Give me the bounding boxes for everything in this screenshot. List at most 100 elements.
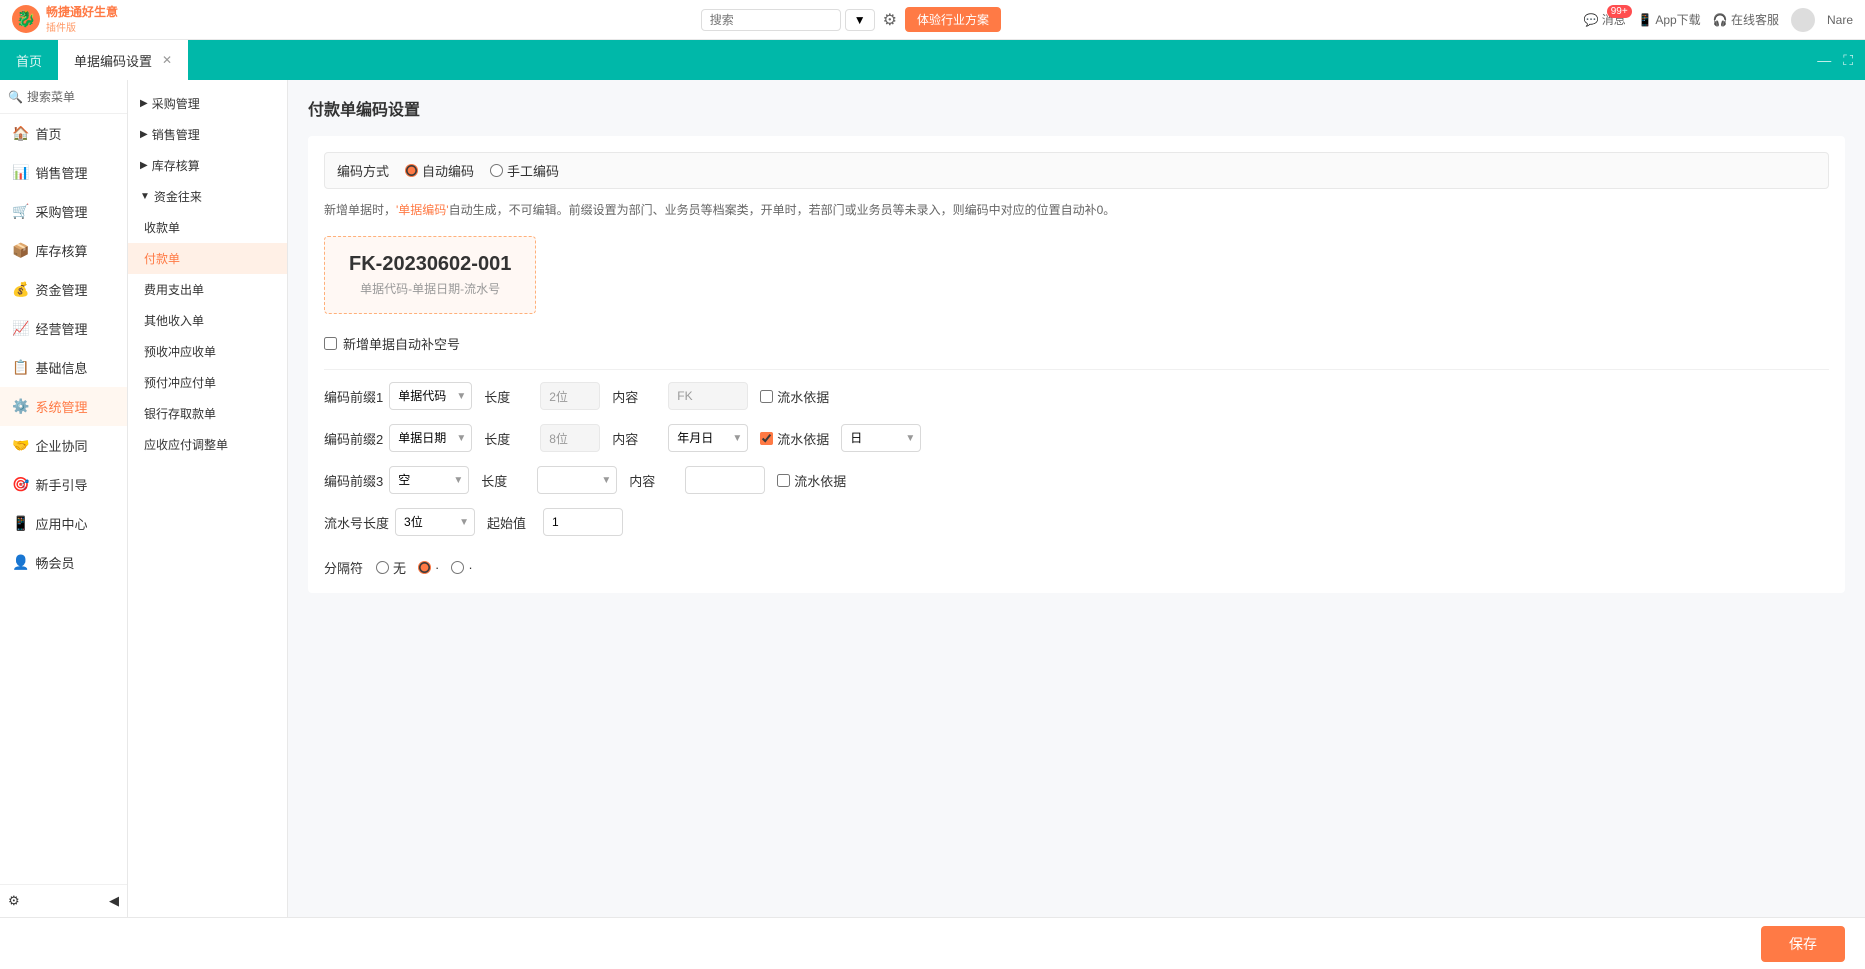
expand-inventory-icon: ▶ xyxy=(140,160,148,171)
separator-label: 分隔符 xyxy=(324,558,364,577)
sub-item-payment[interactable]: 付款单 xyxy=(128,243,287,274)
basic-info-icon: 📋 xyxy=(12,359,29,376)
tab-home[interactable]: 首页 xyxy=(0,40,58,80)
serial-length-select[interactable]: 3位 4位 5位 xyxy=(395,508,475,536)
sep-dot2-radio[interactable] xyxy=(451,561,464,574)
auto-encode-option[interactable]: 自动编码 xyxy=(405,161,474,180)
content2-field: 内容 年月日 ▼ xyxy=(612,424,748,452)
gear-button[interactable]: ⚙ xyxy=(883,10,897,30)
sub-sidebar: ▶ 采购管理 ▶ 销售管理 ▶ 库存核算 ▼ 资金往来 收款单 付款单 xyxy=(128,80,288,917)
watermark1-check: 流水依据 xyxy=(760,387,829,406)
logo-sub: 插件版 xyxy=(46,19,118,34)
sub-item-receipt[interactable]: 收款单 xyxy=(128,212,287,243)
sep-none-radio[interactable] xyxy=(376,561,389,574)
management-icon: 📈 xyxy=(12,320,29,337)
sidebar-item-system[interactable]: ⚙️ 系统管理 xyxy=(0,387,127,426)
header-center: ▼ ⚙ 体验行业方案 xyxy=(701,7,1001,32)
length2-input xyxy=(540,424,600,452)
sidebar-collapse-icon[interactable]: ◀ xyxy=(109,893,119,909)
minimize-button[interactable]: — xyxy=(1813,48,1835,72)
sidebar-search[interactable]: 🔍 搜索菜单 xyxy=(0,80,127,114)
sub-group-inventory[interactable]: ▶ 库存核算 xyxy=(128,150,287,181)
content3-input[interactable] xyxy=(685,466,765,494)
content2-select[interactable]: 年月日 xyxy=(668,424,748,452)
sub-item-advance-recv[interactable]: 预收冲应收单 xyxy=(128,336,287,367)
sub-item-expense[interactable]: 费用支出单 xyxy=(128,274,287,305)
guide-icon: 🎯 xyxy=(12,476,29,493)
form-card: 编码方式 自动编码 手工编码 新增单据时，'单据编码'自动生 xyxy=(308,136,1845,593)
watermark1-checkbox[interactable] xyxy=(760,390,773,403)
length3-select[interactable] xyxy=(537,466,617,494)
sidebar-item-finance[interactable]: 💰 资金管理 xyxy=(0,270,127,309)
user-avatar[interactable] xyxy=(1791,8,1815,32)
sub-group-capital[interactable]: ▼ 资金往来 xyxy=(128,181,287,212)
sub-item-adjustment[interactable]: 应收应付调整单 xyxy=(128,429,287,460)
sub-item-other-income[interactable]: 其他收入单 xyxy=(128,305,287,336)
search-input[interactable] xyxy=(701,9,841,31)
watermark3-check: 流水依据 xyxy=(777,471,846,490)
sidebar-item-management[interactable]: 📈 经营管理 xyxy=(0,309,127,348)
period-select[interactable]: 日 月 年 xyxy=(841,424,921,452)
auto-fill-checkbox[interactable] xyxy=(324,337,337,350)
auto-fill-label[interactable]: 新增单据自动补空号 xyxy=(343,334,460,353)
tab-actions: — ⛶ xyxy=(1813,48,1865,73)
sub-item-advance-pay[interactable]: 预付冲应付单 xyxy=(128,367,287,398)
logo-text: 畅捷通好生意 xyxy=(46,5,118,19)
dropdown-button[interactable]: ▼ xyxy=(845,9,875,31)
save-button[interactable]: 保存 xyxy=(1761,926,1845,962)
form-rows: 编码前缀1 单据代码 ▼ 长度 xyxy=(324,382,1829,577)
sidebar-item-member[interactable]: 👤 畅会员 xyxy=(0,543,127,582)
prefix3-select[interactable]: 空 xyxy=(389,466,469,494)
nav-tabs: 首页 单据编码设置 ✕ — ⛶ xyxy=(0,40,1865,80)
purchase-icon: 🛒 xyxy=(12,203,29,220)
prefix1-field: 编码前缀1 单据代码 ▼ xyxy=(324,382,472,410)
prefix1-select-wrap: 单据代码 ▼ xyxy=(389,382,472,410)
expand-sales-icon: ▶ xyxy=(140,129,148,140)
sidebar-item-app-center[interactable]: 📱 应用中心 xyxy=(0,504,127,543)
maximize-button[interactable]: ⛶ xyxy=(1839,48,1857,73)
sep-dot-radio[interactable] xyxy=(418,561,431,574)
tab-encoding-settings[interactable]: 单据编码设置 ✕ xyxy=(58,40,188,80)
sidebar-item-sales[interactable]: 📊 销售管理 xyxy=(0,153,127,192)
app-download-button[interactable]: 📱 App下载 xyxy=(1638,11,1701,28)
length3-select-wrap: ▼ xyxy=(537,466,617,494)
start-value-field: 起始值 xyxy=(487,508,623,536)
watermark3-checkbox[interactable] xyxy=(777,474,790,487)
watermark2-label[interactable]: 流水依据 xyxy=(777,429,829,448)
auto-encode-radio[interactable] xyxy=(405,164,418,177)
sidebar-item-purchase[interactable]: 🛒 采购管理 xyxy=(0,192,127,231)
encoding-method-label: 编码方式 xyxy=(337,161,389,180)
watermark2-checkbox[interactable] xyxy=(760,432,773,445)
header-left: 🐉 畅捷通好生意 插件版 xyxy=(12,5,118,34)
sep-dot2-option[interactable]: · xyxy=(451,560,472,575)
sidebar-item-home[interactable]: 🏠 首页 xyxy=(0,114,127,153)
enterprise-icon: 🤝 xyxy=(12,437,29,454)
app-center-icon: 📱 xyxy=(12,515,29,532)
sub-group-purchase[interactable]: ▶ 采购管理 xyxy=(128,88,287,119)
prefix1-select[interactable]: 单据代码 xyxy=(389,382,472,410)
sidebar-item-enterprise[interactable]: 🤝 企业协同 xyxy=(0,426,127,465)
trial-button[interactable]: 体验行业方案 xyxy=(905,7,1001,32)
code-example-text: FK-20230602-001 xyxy=(349,253,511,276)
sep-none-option[interactable]: 无 xyxy=(376,558,406,577)
sep-dot-option[interactable]: · xyxy=(418,560,439,575)
tab-close-icon[interactable]: ✕ xyxy=(162,53,172,67)
start-value-input[interactable] xyxy=(543,508,623,536)
sub-group-sales[interactable]: ▶ 销售管理 xyxy=(128,119,287,150)
manual-encode-radio[interactable] xyxy=(490,164,503,177)
sidebar-item-inventory[interactable]: 📦 库存核算 xyxy=(0,231,127,270)
manual-encode-option[interactable]: 手工编码 xyxy=(490,161,559,180)
prefix2-select[interactable]: 单据日期 xyxy=(389,424,472,452)
home-icon: 🏠 xyxy=(12,125,29,142)
message-button[interactable]: 💬 消息 99+ xyxy=(1584,11,1626,28)
watermark1-label[interactable]: 流水依据 xyxy=(777,387,829,406)
content1-label: 内容 xyxy=(612,387,662,406)
sidebar-item-guide[interactable]: 🎯 新手引导 xyxy=(0,465,127,504)
prefix-row-3: 编码前缀3 空 ▼ 长度 xyxy=(324,466,1829,494)
online-service-button[interactable]: 🎧 在线客服 xyxy=(1713,11,1779,28)
settings-gear-icon[interactable]: ⚙ xyxy=(8,893,20,909)
serial-length-label: 流水号长度 xyxy=(324,513,389,532)
sidebar-item-basic-info[interactable]: 📋 基础信息 xyxy=(0,348,127,387)
watermark3-label[interactable]: 流水依据 xyxy=(794,471,846,490)
sub-item-bank[interactable]: 银行存取款单 xyxy=(128,398,287,429)
